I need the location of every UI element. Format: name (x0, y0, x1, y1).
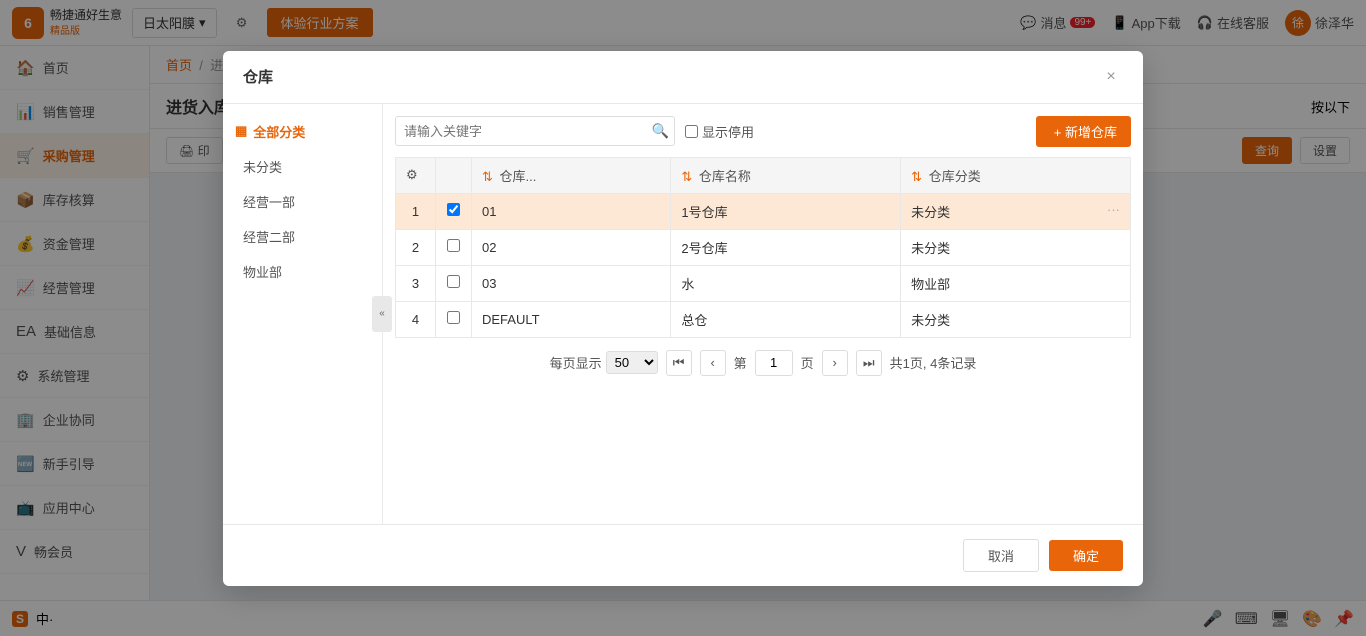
cancel-button[interactable]: 取消 (963, 539, 1039, 572)
row-name: 2号仓库 (671, 229, 901, 265)
warehouse-table: ⚙ ⇅ 仓库... ⇅ 仓库名称 ⇅ (395, 157, 1131, 338)
warehouse-modal: 仓库 × ▦ 全部分类 未分类 经营一部 经营二部 (223, 51, 1143, 586)
row-actions-icon[interactable]: ··· (1107, 202, 1120, 217)
row-checkbox[interactable] (436, 193, 472, 229)
modal-title: 仓库 (243, 66, 273, 87)
sort-icon-name: ⇅ (681, 169, 692, 184)
sort-icon-code: ⇅ (482, 169, 493, 184)
next-page-button[interactable]: › (822, 350, 848, 376)
show-disabled-label[interactable]: 显示停用 (685, 122, 754, 141)
category-item-op2[interactable]: 经营二部 (223, 219, 382, 254)
pagination-bar: 每页显示 50 100 200 ⏮ ‹ 第 页 › ⏭ 共1页, 4条记录 (395, 350, 1131, 376)
row-category: 未分类 (901, 301, 1131, 337)
col-category[interactable]: ⇅ 仓库分类 (901, 157, 1131, 193)
prev-page-button[interactable]: ‹ (700, 350, 726, 376)
row-checkbox[interactable] (436, 301, 472, 337)
per-page-select[interactable]: 50 100 200 (606, 351, 658, 374)
category-item-op1[interactable]: 经营一部 (223, 184, 382, 219)
row-num: 3 (396, 265, 436, 301)
modal-overlay: 仓库 × ▦ 全部分类 未分类 经营一部 经营二部 (0, 0, 1366, 636)
row-num: 1 (396, 193, 436, 229)
modal-body: ▦ 全部分类 未分类 经营一部 经营二部 物业部 « (223, 104, 1143, 524)
per-page-wrap: 每页显示 50 100 200 (550, 351, 658, 374)
table-header-row: ⚙ ⇅ 仓库... ⇅ 仓库名称 ⇅ (396, 157, 1131, 193)
search-input-wrap: 🔍 (395, 116, 675, 146)
category-collapse-button[interactable]: « (372, 296, 392, 332)
confirm-button[interactable]: 确定 (1049, 540, 1123, 571)
table-panel: 🔍 显示停用 + 新增仓库 ⚙ (383, 104, 1143, 524)
row-code: DEFAULT (472, 301, 671, 337)
add-warehouse-button[interactable]: + 新增仓库 (1036, 116, 1131, 147)
col-gear[interactable]: ⚙ (396, 157, 436, 193)
table-row[interactable]: 2 02 2号仓库 未分类 (396, 229, 1131, 265)
category-all-item[interactable]: ▦ 全部分类 (223, 114, 382, 149)
row-category: 未分类 (901, 229, 1131, 265)
search-input[interactable] (395, 116, 675, 146)
table-row[interactable]: 1 01 1号仓库 未分类··· (396, 193, 1131, 229)
grid-icon: ▦ (235, 123, 247, 139)
modal-header: 仓库 × (223, 51, 1143, 104)
col-code[interactable]: ⇅ 仓库... (472, 157, 671, 193)
row-name: 总仓 (671, 301, 901, 337)
row-category: 未分类··· (901, 193, 1131, 229)
row-num: 4 (396, 301, 436, 337)
last-page-button[interactable]: ⏭ (856, 350, 882, 376)
row-checkbox[interactable] (436, 229, 472, 265)
table-row[interactable]: 4 DEFAULT 总仓 未分类 (396, 301, 1131, 337)
search-bar: 🔍 显示停用 + 新增仓库 (395, 116, 1131, 147)
col-name[interactable]: ⇅ 仓库名称 (671, 157, 901, 193)
page-input[interactable] (755, 350, 793, 376)
category-all-label: 全部分类 (253, 122, 305, 141)
col-check (436, 157, 472, 193)
row-num: 2 (396, 229, 436, 265)
table-row[interactable]: 3 03 水 物业部 (396, 265, 1131, 301)
category-item-property[interactable]: 物业部 (223, 254, 382, 289)
category-item-none[interactable]: 未分类 (223, 149, 382, 184)
category-panel: ▦ 全部分类 未分类 经营一部 经营二部 物业部 « (223, 104, 383, 524)
page-info: 共1页, 4条记录 (890, 353, 977, 372)
row-checkbox[interactable] (436, 265, 472, 301)
row-code: 02 (472, 229, 671, 265)
close-button[interactable]: × (1099, 65, 1123, 89)
sort-icon-category: ⇅ (911, 169, 922, 184)
search-icon[interactable]: 🔍 (652, 123, 669, 140)
row-code: 03 (472, 265, 671, 301)
first-page-button[interactable]: ⏮ (666, 350, 692, 376)
show-disabled-checkbox[interactable] (685, 125, 698, 138)
row-name: 1号仓库 (671, 193, 901, 229)
row-code: 01 (472, 193, 671, 229)
modal-footer: 取消 确定 (223, 524, 1143, 586)
row-category: 物业部 (901, 265, 1131, 301)
row-name: 水 (671, 265, 901, 301)
